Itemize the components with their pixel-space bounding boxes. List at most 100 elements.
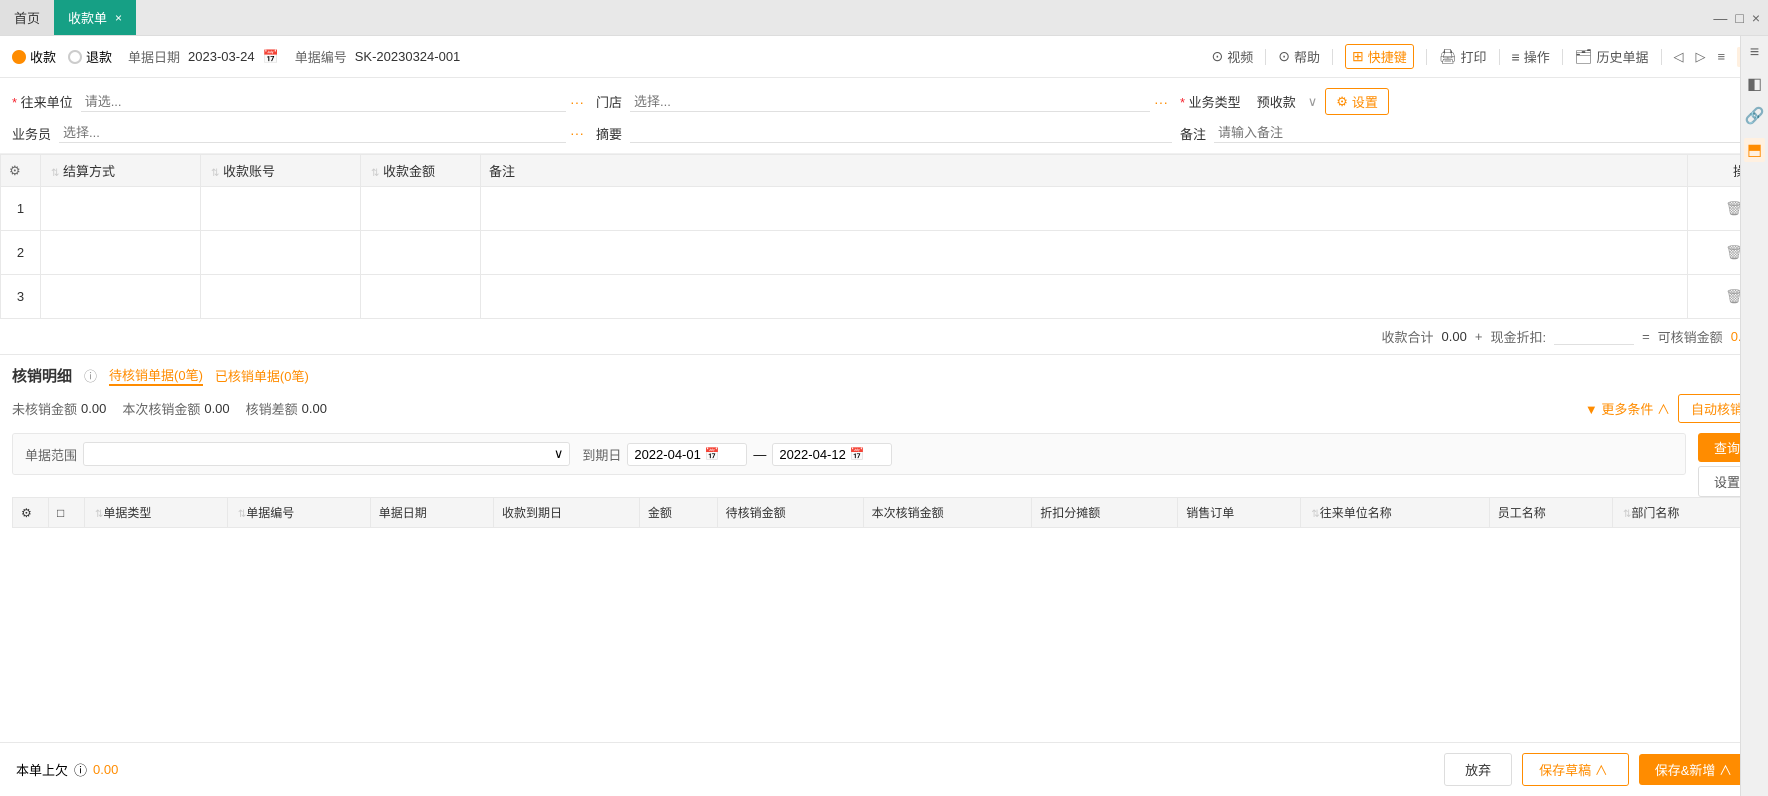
bt-col-amount: 金额 [639, 498, 717, 528]
col-amount-header: ⇅ 收款金额 [361, 155, 481, 187]
summary-input[interactable] [630, 123, 1172, 143]
counterpart-input[interactable] [81, 92, 566, 112]
date-from-input[interactable]: 2022-04-01 📅 [627, 443, 747, 466]
counterpart-more-icon[interactable]: ··· [566, 94, 588, 110]
account-cell-2[interactable] [201, 231, 361, 275]
nav-prev-icon[interactable]: ◁ [1674, 49, 1684, 65]
settlement-cell-1[interactable] [41, 187, 201, 231]
bt-col-sales-order: 销售订单 [1178, 498, 1301, 528]
table-section: ⚙ ⇅ 结算方式 ⇅ 收款账号 ⇅ 收款金额 备注 操作 [0, 154, 1768, 319]
remark-input[interactable] [1214, 123, 1756, 143]
history-icon: 🗂 [1575, 48, 1593, 65]
bt-col-staff: 员工名称 [1489, 498, 1612, 528]
filter-row: 单据范围 ∨ 到期日 2022-04-01 📅 — 2022-04-12 [12, 433, 1686, 475]
more-conditions-btn[interactable]: ▼ 更多条件 ∧ [1585, 399, 1670, 418]
settlement-cell-3[interactable] [41, 275, 201, 319]
summary-row: 收款合计 0.00 + 现金折扣: = 可核销金额 0.00 [0, 319, 1768, 355]
maximize-icon[interactable]: □ [1735, 10, 1743, 26]
amount-cell-1[interactable] [361, 187, 481, 231]
tab-close-icon[interactable]: × [115, 11, 122, 25]
print-icon: 🖨 [1439, 48, 1457, 65]
right-panel: ≡ ◧ 🔗 ⬒ [1740, 36, 1768, 796]
counterpart-field: 往来单位 ··· [12, 92, 588, 112]
staff-more-icon[interactable]: ··· [566, 125, 588, 141]
footer-info-icon[interactable]: ⓘ [74, 760, 87, 779]
bottom-table: ⚙ □ ⇅单据类型 ⇅单据编号 单据日期 收款到期日 金额 待核销金额 本次核销… [12, 497, 1756, 528]
rp-icon-3[interactable]: 🔗 [1745, 106, 1765, 126]
divider4 [1499, 49, 1500, 65]
pending-tab[interactable]: 待核销单据(0笔) [109, 365, 203, 386]
print-btn[interactable]: 🖨 打印 [1439, 47, 1487, 66]
calendar-icon[interactable]: 📅 [263, 49, 279, 65]
col-settings-header[interactable]: ⚙ [1, 155, 41, 187]
table-settings-icon[interactable]: ⚙ [9, 163, 21, 178]
discard-btn[interactable]: 放弃 [1444, 753, 1512, 786]
history-btn[interactable]: 🗂 历史单据 [1575, 47, 1649, 66]
remark-cell-3[interactable] [481, 275, 1688, 319]
table-row: 3 🗑 ⧉ [1, 275, 1768, 319]
bt-col-pending: 待核销金额 [717, 498, 863, 528]
biz-type-dropdown-icon[interactable]: ∨ [1308, 94, 1318, 110]
rp-icon-2[interactable]: ◧ [1747, 74, 1762, 94]
tab-receipt[interactable]: 收款单 × [54, 0, 136, 35]
nav-next-icon[interactable]: ▷ [1696, 49, 1706, 65]
writeoff-stats: 未核销金额 0.00 本次核销金额 0.00 核销差额 0.00 ▼ 更多条件 … [12, 394, 1756, 423]
writeoff-header: 核销明细 ⓘ 待核销单据(0笔) 已核销单据(0笔) [12, 365, 1756, 386]
help-btn[interactable]: ⊙ 帮助 [1278, 47, 1320, 66]
footer-info: 本单上欠 ⓘ 0.00 [16, 760, 118, 779]
store-input[interactable] [630, 92, 1150, 112]
remark-field: 备注 [1180, 123, 1756, 143]
discount-input[interactable] [1554, 329, 1634, 345]
doc-date-info: 单据日期 2023-03-24 📅 [128, 47, 279, 66]
account-cell-1[interactable] [201, 187, 361, 231]
bt-col-discount: 折扣分摊额 [1032, 498, 1178, 528]
date-to-input[interactable]: 2022-04-12 📅 [772, 443, 892, 466]
radio-refund[interactable]: 退款 [68, 47, 112, 66]
bt-col-dept: ⇅部门名称 [1612, 498, 1755, 528]
shortcuts-btn[interactable]: ⊞ 快捷键 [1345, 44, 1414, 69]
radio-refund-dot [68, 50, 82, 64]
tab-home[interactable]: 首页 [0, 0, 54, 35]
video-btn[interactable]: ⊙ 视频 [1211, 47, 1253, 66]
divider [1265, 49, 1266, 65]
bt-col-settings[interactable]: ⚙ [13, 498, 49, 528]
settlement-cell-2[interactable] [41, 231, 201, 275]
radio-receipt[interactable]: 收款 [12, 47, 56, 66]
rp-icon-1[interactable]: ≡ [1750, 44, 1759, 62]
store-more-icon[interactable]: ··· [1150, 94, 1172, 110]
page-footer: 本单上欠 ⓘ 0.00 放弃 保存草稿 ∧ 保存&新增 ∧ [0, 742, 1768, 796]
amount-cell-3[interactable] [361, 275, 481, 319]
remark-cell-2[interactable] [481, 231, 1688, 275]
list-view-icon[interactable]: ≡ [1718, 49, 1726, 64]
rp-icon-4[interactable]: ⬒ [1744, 138, 1765, 162]
close-icon[interactable]: × [1752, 10, 1760, 26]
save-new-btn[interactable]: 保存&新增 ∧ [1639, 754, 1752, 785]
minimize-icon[interactable]: — [1713, 10, 1727, 26]
staff-input[interactable] [59, 123, 566, 143]
bt-col-check[interactable]: □ [49, 498, 85, 528]
range-select[interactable]: ∨ [83, 442, 570, 466]
gear-icon: ⚙ [1336, 94, 1348, 110]
writeoff-section: 核销明细 ⓘ 待核销单据(0笔) 已核销单据(0笔) 未核销金额 0.00 本次… [0, 355, 1768, 538]
window-controls: — □ × [1713, 10, 1768, 26]
bt-col-counterpart: ⇅往来单位名称 [1301, 498, 1489, 528]
amount-cell-2[interactable] [361, 231, 481, 275]
divider3 [1426, 49, 1427, 65]
operations-btn[interactable]: ≡ 操作 [1512, 47, 1550, 66]
writeoff-info-icon[interactable]: ⓘ [84, 366, 97, 385]
summary-field: 摘要 [596, 123, 1172, 143]
operations-icon: ≡ [1512, 49, 1520, 65]
account-cell-3[interactable] [201, 275, 361, 319]
divider2 [1332, 49, 1333, 65]
table-row: 2 🗑 ⧉ [1, 231, 1768, 275]
bt-col-doc-date: 单据日期 [370, 498, 493, 528]
remark-cell-1[interactable] [481, 187, 1688, 231]
done-tab[interactable]: 已核销单据(0笔) [215, 366, 309, 385]
diff-stat: 核销差额 0.00 [246, 399, 327, 418]
doc-num-info: 单据编号 SK-20230324-001 [295, 47, 461, 66]
receipt-table: ⚙ ⇅ 结算方式 ⇅ 收款账号 ⇅ 收款金额 备注 操作 [0, 154, 1768, 319]
form-settings-btn[interactable]: ⚙ 设置 [1325, 88, 1389, 115]
range-dropdown-icon: ∨ [554, 446, 564, 462]
save-draft-btn[interactable]: 保存草稿 ∧ [1522, 753, 1629, 786]
biz-type-field: 业务类型 预收款 ∨ ⚙ 设置 [1180, 88, 1756, 115]
